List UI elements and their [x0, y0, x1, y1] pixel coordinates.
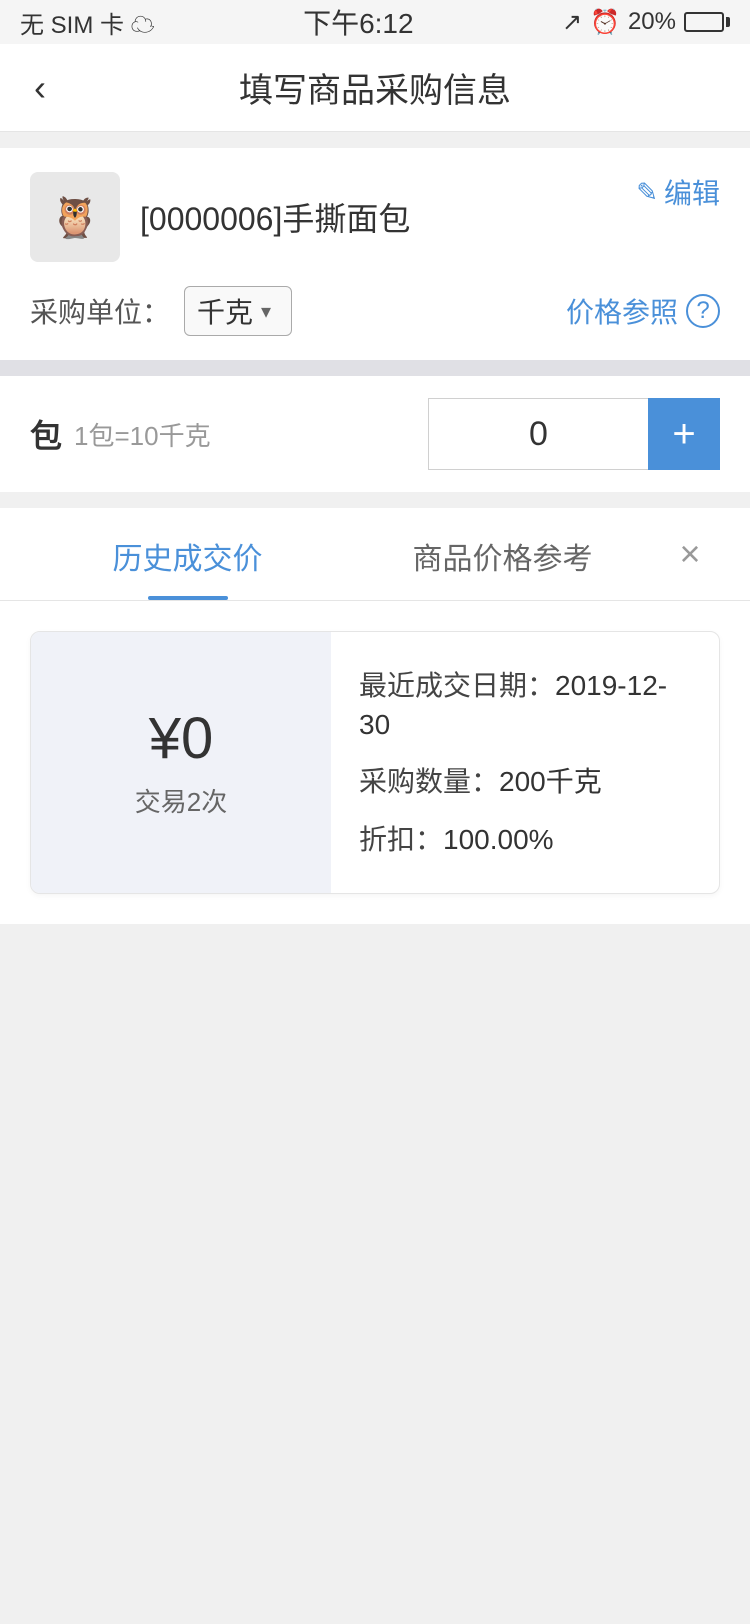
main-background: [0, 924, 750, 1624]
history-card: ¥0 交易2次 最近成交日期：2019-12-30 采购数量：200千克 折扣：…: [30, 631, 720, 894]
status-time: 下午6:12: [303, 2, 414, 42]
tab-section: 历史成交价 商品价格参考 × ¥0 交易2次 最近成交日期：2019-12-30…: [0, 508, 750, 924]
history-card-right: 最近成交日期：2019-12-30 采购数量：200千克 折扣：100.00%: [331, 632, 719, 893]
gps-icon: ↗: [562, 8, 582, 37]
edit-label: 编辑: [664, 172, 720, 212]
price-reference-button[interactable]: 价格参照 ?: [566, 291, 720, 331]
discount-value: 100.00%: [443, 824, 554, 855]
quantity-label-group: 包 1包=10千克: [30, 411, 211, 457]
recent-date-label: 最近成交日期：: [359, 670, 555, 701]
product-thumbnail: 🦉: [30, 172, 120, 262]
history-card-left: ¥0 交易2次: [31, 632, 331, 893]
unit-selector-group: 采购单位： 千克 ▾: [30, 286, 292, 336]
purchase-qty-row: 采购数量：200千克: [359, 762, 691, 801]
purchase-qty-value: 200千克: [499, 766, 602, 797]
product-section: 🦉 [0000006]手撕面包 ✎ 编辑 采购单位： 千克 ▾ 价格参照 ?: [0, 148, 750, 360]
sim-signal-text: 无 SIM 卡 ☁: [20, 5, 155, 40]
quantity-conversion-label: 1包=10千克: [74, 416, 211, 453]
status-bar: 无 SIM 卡 ☁ 下午6:12 ↗ ⏰ 20%: [0, 0, 750, 44]
product-name: [0000006]手撕面包: [140, 194, 410, 240]
quantity-input-group: +: [428, 398, 720, 470]
chevron-down-icon: ▾: [261, 299, 271, 324]
recent-date-row: 最近成交日期：2019-12-30: [359, 666, 691, 744]
battery-percent: 20%: [628, 8, 676, 36]
quantity-input[interactable]: [428, 398, 648, 470]
status-right: ↗ ⏰ 20%: [562, 8, 730, 37]
product-image-placeholder: 🦉: [50, 194, 100, 241]
history-price: ¥0: [149, 705, 214, 772]
unit-value: 千克: [197, 291, 253, 331]
back-button[interactable]: ‹: [0, 44, 80, 132]
status-left: 无 SIM 卡 ☁: [20, 5, 155, 40]
battery-icon: [684, 12, 730, 32]
discount-label: 折扣：: [359, 824, 443, 855]
section-divider: [0, 360, 750, 376]
nav-bar: ‹ 填写商品采购信息: [0, 44, 750, 132]
quantity-row: 包 1包=10千克 +: [0, 376, 750, 492]
tab-bar: 历史成交价 商品价格参考 ×: [0, 508, 750, 601]
history-trade-count: 交易2次: [135, 782, 227, 819]
history-content: ¥0 交易2次 最近成交日期：2019-12-30 采购数量：200千克 折扣：…: [0, 601, 750, 924]
product-info: 🦉 [0000006]手撕面包: [30, 172, 410, 262]
edit-icon: ✎: [636, 177, 658, 208]
page-title: 填写商品采购信息: [80, 63, 670, 112]
discount-row: 折扣：100.00%: [359, 820, 691, 859]
tab-history-price[interactable]: 历史成交价: [30, 508, 345, 600]
quantity-unit-badge: 包: [30, 411, 62, 457]
unit-dropdown[interactable]: 千克 ▾: [184, 286, 292, 336]
quantity-plus-button[interactable]: +: [648, 398, 720, 470]
purchase-qty-label: 采购数量：: [359, 766, 499, 797]
tab-close-button[interactable]: ×: [660, 524, 720, 584]
tab-product-price-ref[interactable]: 商品价格参考: [345, 508, 660, 600]
help-icon: ?: [686, 294, 720, 328]
edit-button[interactable]: ✎ 编辑: [636, 172, 720, 212]
price-ref-label: 价格参照: [566, 291, 678, 331]
unit-label: 采购单位：: [30, 291, 170, 331]
alarm-icon: ⏰: [590, 8, 620, 37]
